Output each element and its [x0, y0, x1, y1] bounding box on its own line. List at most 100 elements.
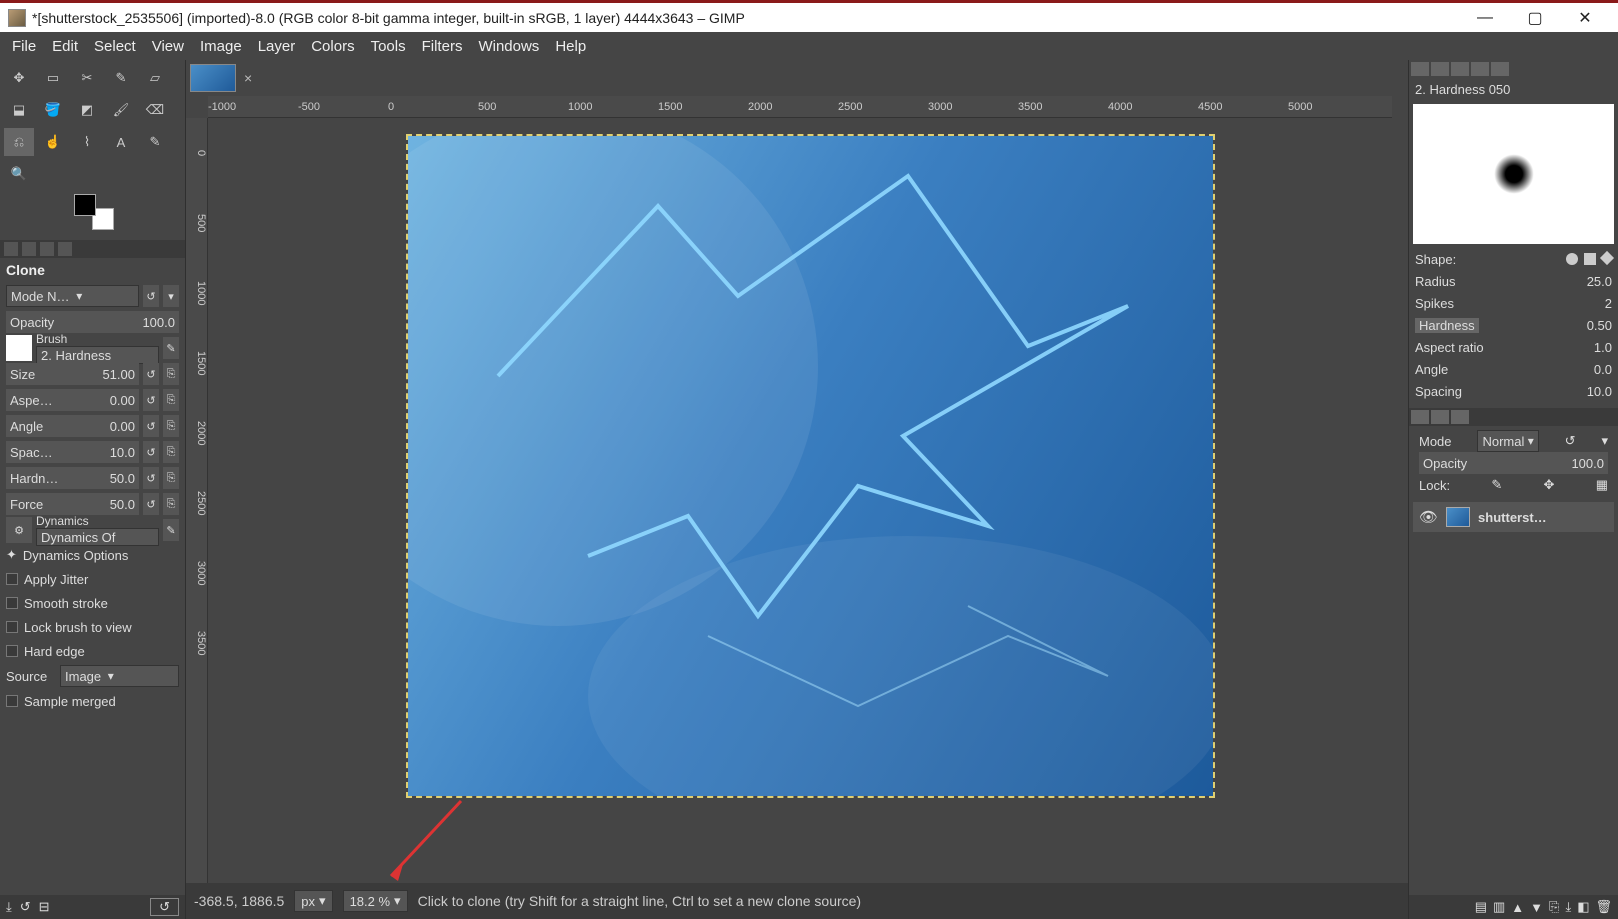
image-tab-thumb[interactable] [190, 64, 236, 92]
tab-layers-icon[interactable] [1411, 410, 1429, 424]
delete-layer-icon[interactable]: 🗑 [1595, 899, 1612, 915]
minimize-button[interactable]: — [1460, 2, 1510, 34]
layer-name[interactable]: shutterst… [1478, 510, 1547, 525]
tab-brushes-icon[interactable] [1411, 62, 1429, 76]
close-button[interactable]: ✕ [1560, 2, 1610, 34]
maximize-button[interactable]: ▢ [1510, 2, 1560, 34]
crop-tool-icon[interactable]: ✎ [106, 64, 136, 92]
tab-device-icon[interactable] [22, 242, 36, 256]
lock-position-icon[interactable]: ✥ [1544, 477, 1555, 493]
opacity-slider[interactable]: Opacity100.0 [6, 311, 179, 333]
layer-visibility-icon[interactable]: 👁 [1419, 508, 1438, 526]
layer-mode-select[interactable]: Normal ▾ [1477, 430, 1538, 452]
tab-history-icon[interactable] [40, 242, 54, 256]
path-tool-icon[interactable]: ⌇ [72, 128, 102, 156]
spacing-link-icon[interactable]: ⎘ [163, 441, 179, 463]
aspect-link-icon[interactable]: ⎘ [163, 389, 179, 411]
reset-options-icon[interactable]: ↺ [150, 898, 179, 916]
mode-menu-icon[interactable]: ▾ [163, 285, 179, 307]
tab-paths-icon[interactable] [1451, 410, 1469, 424]
foreground-color[interactable] [74, 194, 96, 216]
size-link-icon[interactable]: ⎘ [163, 363, 179, 385]
warp-tool-icon[interactable]: ⬓ [4, 96, 34, 124]
tab-images-icon[interactable] [58, 242, 72, 256]
dynamics-icon[interactable]: ⚙ [6, 517, 32, 543]
blend-mode-select[interactable]: Mode N… ▾ [6, 285, 139, 307]
menu-layer[interactable]: Layer [252, 36, 302, 57]
bucket-tool-icon[interactable]: 🪣 [38, 96, 68, 124]
hard-edge-checkbox[interactable]: Hard edge [6, 640, 179, 662]
layer-thumbnail[interactable] [1446, 507, 1470, 527]
image-canvas[interactable] [408, 136, 1213, 796]
menu-view[interactable]: View [146, 36, 190, 57]
dynamics-edit-icon[interactable]: ✎ [163, 519, 179, 541]
layer-row[interactable]: 👁 shutterst… [1413, 502, 1614, 532]
layer-down-icon[interactable]: ▼ [1530, 900, 1543, 915]
spacing-slider[interactable]: Spac…10.0 [6, 441, 139, 463]
image-tab-close-icon[interactable]: × [244, 70, 252, 86]
shape-circle-icon[interactable] [1566, 253, 1578, 265]
shape-square-icon[interactable] [1584, 253, 1596, 265]
angle-slider[interactable]: Angle0.00 [6, 415, 139, 437]
size-slider[interactable]: Size51.00 [6, 363, 139, 385]
colorpicker-tool-icon[interactable]: ✎ [140, 128, 170, 156]
layer-up-icon[interactable]: ▲ [1511, 900, 1524, 915]
menu-select[interactable]: Select [88, 36, 142, 57]
hardness-link-icon[interactable]: ⎘ [163, 467, 179, 489]
sample-merged-checkbox[interactable]: Sample merged [6, 690, 179, 712]
menu-file[interactable]: File [6, 36, 42, 57]
eraser-tool-icon[interactable]: ⌫ [140, 96, 170, 124]
smudge-tool-icon[interactable]: ☝ [38, 128, 68, 156]
text-tool-icon[interactable]: A [106, 128, 136, 156]
force-reset-icon[interactable]: ↺ [143, 493, 159, 515]
horizontal-ruler[interactable]: -1000-5000500100015002000250030003500400… [208, 96, 1392, 118]
smooth-stroke-checkbox[interactable]: Smooth stroke [6, 592, 179, 614]
delete-options-icon[interactable]: ⊟ [39, 899, 50, 915]
lock-pixels-icon[interactable]: ✎ [1491, 477, 1502, 493]
brush-preview-icon[interactable] [6, 335, 32, 361]
zoom-select[interactable]: 18.2 %▾ [343, 890, 408, 912]
menu-colors[interactable]: Colors [305, 36, 360, 57]
source-select[interactable]: Image ▾ [60, 665, 179, 687]
brush-edit-icon[interactable]: ✎ [163, 337, 179, 359]
aspect-slider[interactable]: Aspe…0.00 [6, 389, 139, 411]
tab-fonts-icon[interactable] [1451, 62, 1469, 76]
clone-tool-icon[interactable]: ⎌ [4, 128, 34, 156]
gradient-tool-icon[interactable]: ◩ [72, 96, 102, 124]
new-layer-icon[interactable]: ▤ [1475, 899, 1487, 915]
layer-mode-reset-icon[interactable]: ↺ [1565, 433, 1576, 449]
menu-image[interactable]: Image [194, 36, 248, 57]
aspect-reset-icon[interactable]: ↺ [143, 389, 159, 411]
menu-tools[interactable]: Tools [365, 36, 412, 57]
rect-select-tool-icon[interactable]: ▭ [38, 64, 68, 92]
lock-alpha-icon[interactable]: ▦ [1596, 477, 1608, 493]
dynamics-options-expander[interactable]: ✦Dynamics Options [6, 544, 179, 566]
mode-swap-icon[interactable]: ↺ [143, 285, 159, 307]
lock-brush-checkbox[interactable]: Lock brush to view [6, 616, 179, 638]
tab-tool-options-icon[interactable] [4, 242, 18, 256]
layer-opacity-slider[interactable]: Opacity100.0 [1419, 452, 1608, 474]
mask-icon[interactable]: ◧ [1577, 899, 1589, 915]
menu-help[interactable]: Help [549, 36, 592, 57]
duplicate-layer-icon[interactable]: ⎘ [1549, 899, 1559, 915]
brush-preview[interactable] [1413, 104, 1614, 244]
tab-channels-icon[interactable] [1431, 410, 1449, 424]
tab-editor-icon[interactable] [1491, 62, 1509, 76]
vertical-ruler[interactable]: 0500100015002000250030003500 [186, 118, 208, 883]
layer-group-icon[interactable]: ▥ [1493, 899, 1505, 915]
force-link-icon[interactable]: ⎘ [163, 493, 179, 515]
restore-options-icon[interactable]: ↺ [20, 899, 31, 915]
angle-link-icon[interactable]: ⎘ [163, 415, 179, 437]
apply-jitter-checkbox[interactable]: Apply Jitter [6, 568, 179, 590]
force-slider[interactable]: Force50.0 [6, 493, 139, 515]
tab-patterns-icon[interactable] [1431, 62, 1449, 76]
angle-reset-icon[interactable]: ↺ [143, 415, 159, 437]
menu-filters[interactable]: Filters [416, 36, 469, 57]
hardness-reset-icon[interactable]: ↺ [143, 467, 159, 489]
menu-windows[interactable]: Windows [472, 36, 545, 57]
hardness-slider[interactable]: Hardn…50.0 [6, 467, 139, 489]
merge-down-icon[interactable]: ⤓ [1565, 899, 1571, 915]
color-swatch[interactable] [74, 194, 114, 230]
menu-edit[interactable]: Edit [46, 36, 84, 57]
freeselect-tool-icon[interactable]: ✂ [72, 64, 102, 92]
